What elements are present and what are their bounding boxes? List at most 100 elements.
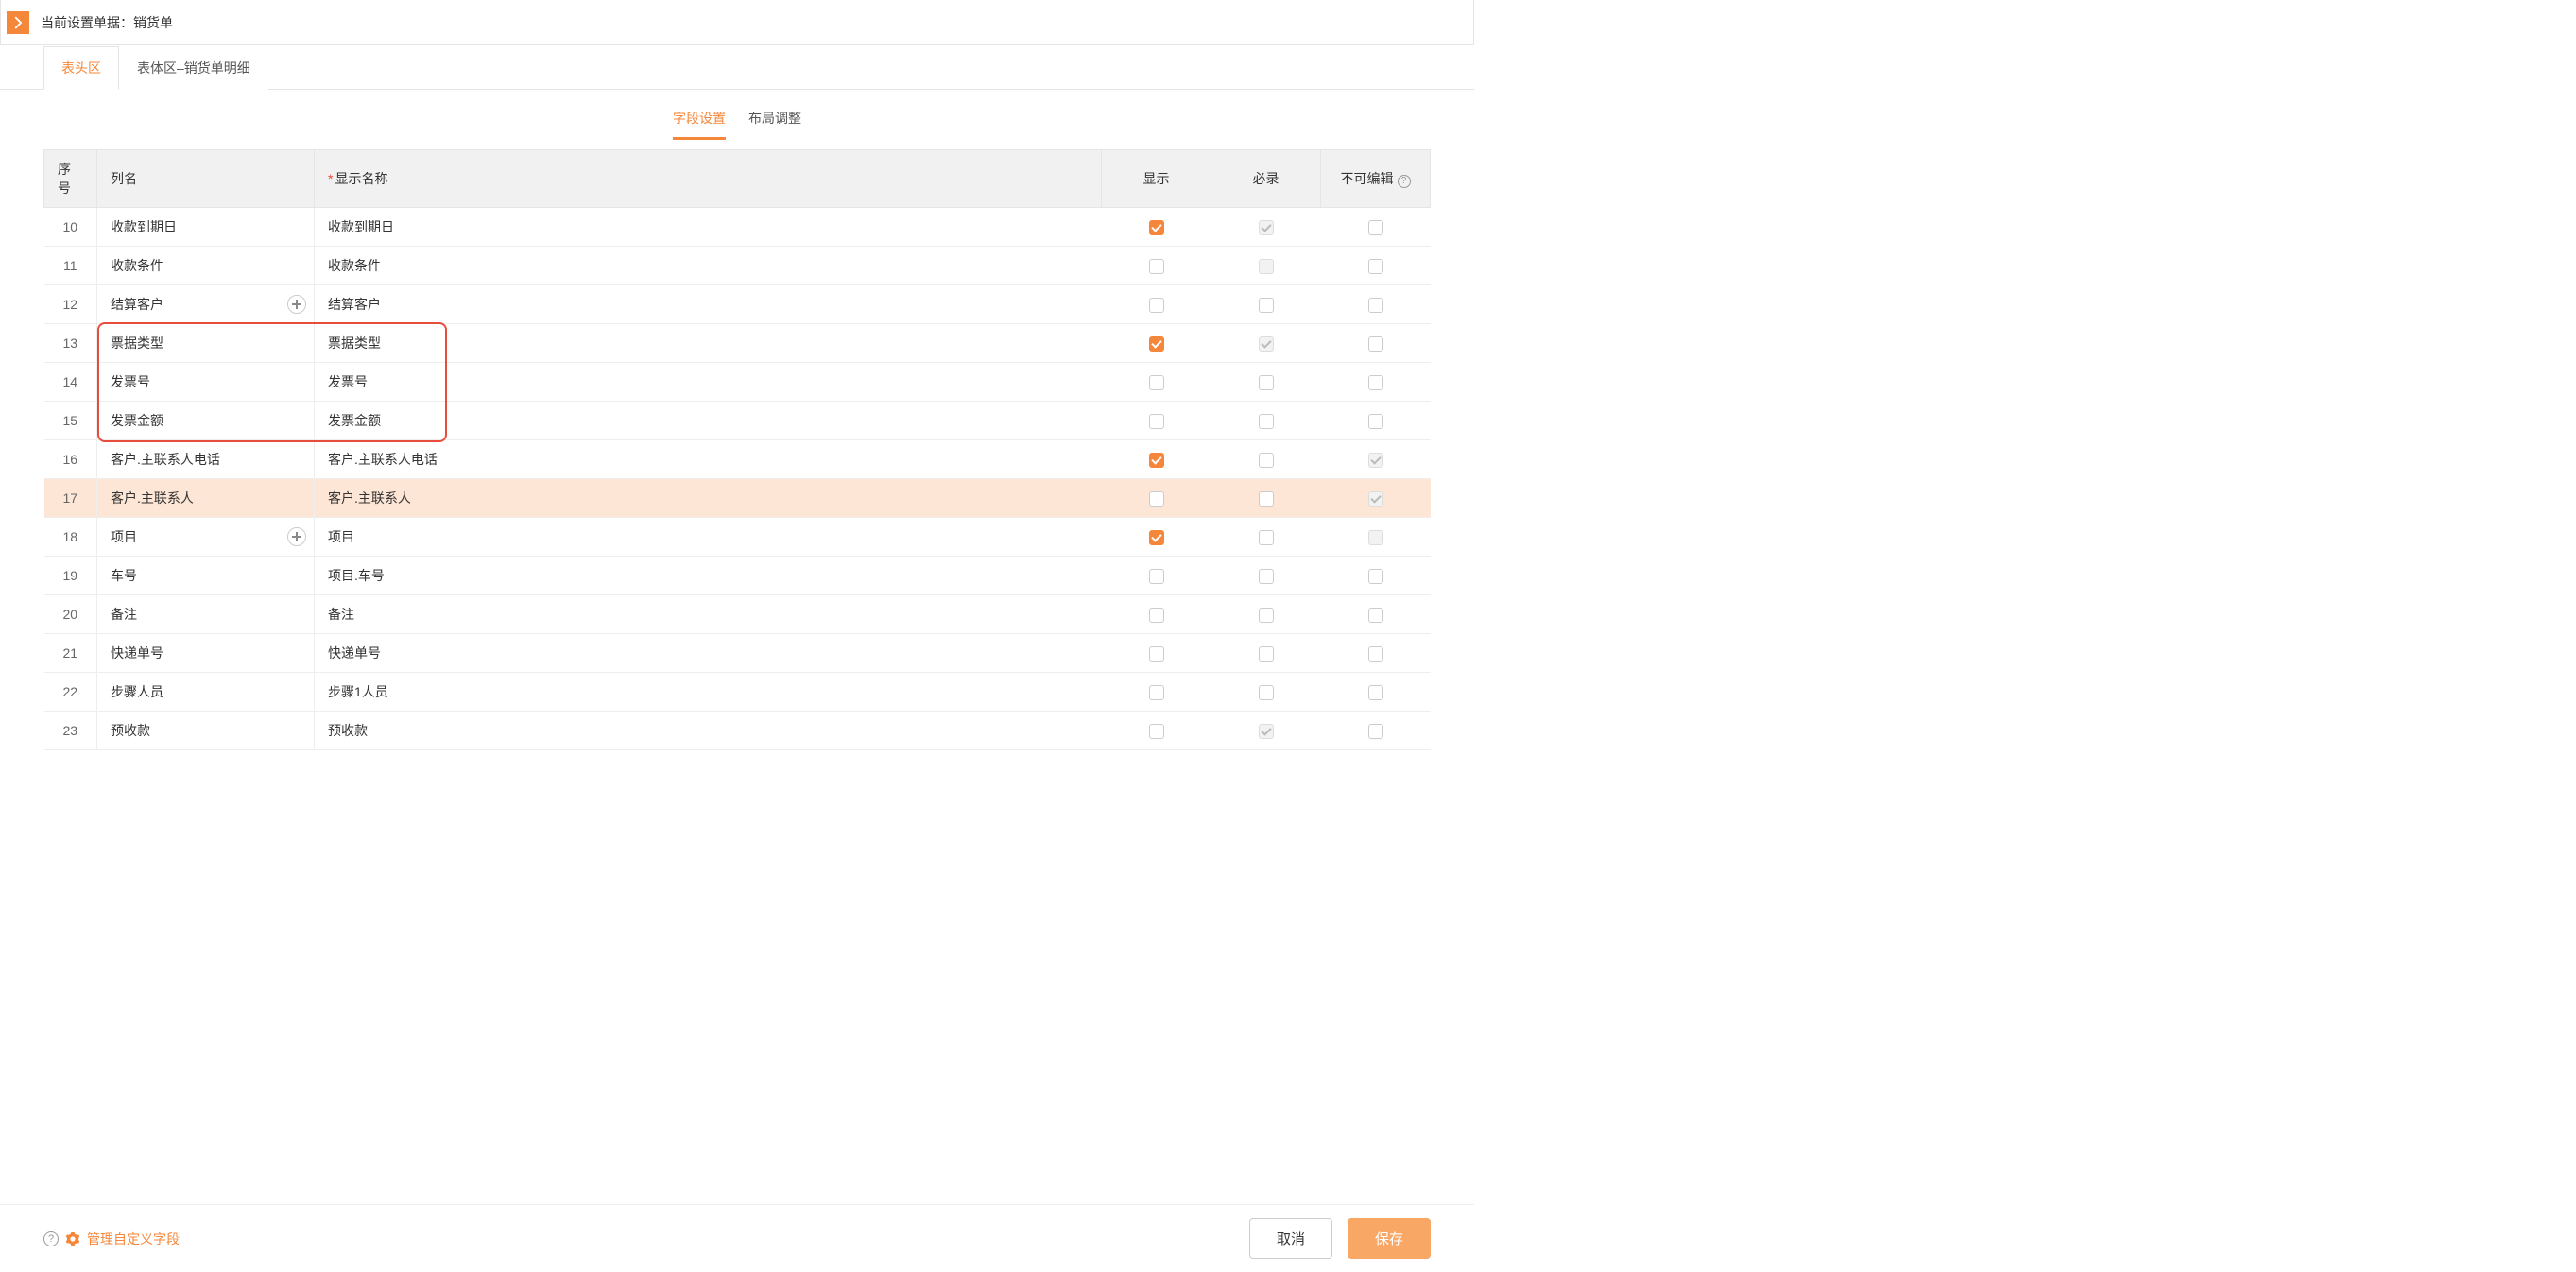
required-star: * — [328, 171, 333, 186]
add-button[interactable] — [287, 295, 306, 314]
cell-display-name[interactable]: 客户.主联系人电话 — [315, 440, 1102, 479]
save-button[interactable]: 保存 — [1348, 1218, 1431, 1259]
cell-seq: 21 — [44, 634, 97, 673]
tab-header-area[interactable]: 表头区 — [43, 46, 119, 90]
add-button[interactable] — [287, 527, 306, 546]
show-checkbox[interactable] — [1149, 724, 1164, 739]
cell-name: 客户.主联系人电话 — [97, 440, 315, 479]
display-name-value: 备注 — [328, 607, 354, 622]
show-checkbox[interactable] — [1149, 259, 1164, 274]
cell-required — [1211, 440, 1321, 479]
readonly-checkbox[interactable] — [1368, 685, 1383, 700]
cell-readonly — [1321, 595, 1431, 634]
required-checkbox[interactable] — [1259, 453, 1274, 468]
cell-seq: 23 — [44, 712, 97, 750]
field-name: 发票号 — [111, 374, 150, 389]
expand-toggle[interactable] — [7, 11, 29, 34]
show-checkbox[interactable] — [1149, 530, 1164, 545]
required-checkbox[interactable] — [1259, 530, 1274, 545]
display-name-value: 结算客户 — [328, 297, 381, 312]
tab-label: 布局调整 — [748, 111, 801, 126]
manage-custom-fields-link[interactable]: 管理自定义字段 — [87, 1229, 180, 1248]
cell-readonly — [1321, 324, 1431, 363]
required-checkbox[interactable] — [1259, 569, 1274, 584]
footer-left: ? 管理自定义字段 — [43, 1229, 180, 1248]
required-checkbox — [1259, 724, 1274, 739]
readonly-checkbox[interactable] — [1368, 259, 1383, 274]
cell-display-name[interactable]: 预收款 — [315, 712, 1102, 750]
show-checkbox[interactable] — [1149, 646, 1164, 662]
cancel-button[interactable]: 取消 — [1249, 1218, 1332, 1259]
required-checkbox[interactable] — [1259, 646, 1274, 662]
readonly-checkbox[interactable] — [1368, 298, 1383, 313]
show-checkbox[interactable] — [1149, 491, 1164, 507]
show-checkbox[interactable] — [1149, 453, 1164, 468]
cell-display-name[interactable]: 发票金额 — [315, 402, 1102, 440]
readonly-checkbox[interactable] — [1368, 724, 1383, 739]
required-checkbox[interactable] — [1259, 491, 1274, 507]
required-checkbox[interactable] — [1259, 608, 1274, 623]
field-table-wrap: 序号 列名 *显示名称 显示 必录 不可编辑? 10收款到期日收款到期日11收款… — [43, 149, 1431, 750]
cell-display-name[interactable]: 项目 — [315, 518, 1102, 557]
required-checkbox[interactable] — [1259, 375, 1274, 390]
cell-display-name[interactable]: 备注 — [315, 595, 1102, 634]
readonly-checkbox — [1368, 453, 1383, 468]
cell-readonly — [1321, 634, 1431, 673]
cell-display-name[interactable]: 发票号 — [315, 363, 1102, 402]
topbar-label: 当前设置单据：销货单 — [41, 13, 173, 32]
table-row: 17客户.主联系人客户.主联系人 — [44, 479, 1431, 518]
cell-show — [1102, 285, 1211, 324]
tab-field-settings[interactable]: 字段设置 — [673, 103, 726, 140]
display-name-value: 客户.主联系人电话 — [328, 452, 438, 467]
help-icon[interactable]: ? — [1398, 175, 1411, 188]
required-checkbox — [1259, 336, 1274, 352]
topbar: 当前设置单据：销货单 — [0, 0, 1474, 45]
cell-show — [1102, 479, 1211, 518]
tab-layout-adjust[interactable]: 布局调整 — [748, 103, 801, 140]
col-display-name-label: 显示名称 — [335, 171, 387, 186]
cell-display-name[interactable]: 收款到期日 — [315, 208, 1102, 247]
show-checkbox[interactable] — [1149, 220, 1164, 235]
col-display-name: *显示名称 — [315, 150, 1102, 208]
cell-show — [1102, 208, 1211, 247]
show-checkbox[interactable] — [1149, 375, 1164, 390]
readonly-checkbox[interactable] — [1368, 220, 1383, 235]
help-icon[interactable]: ? — [43, 1231, 59, 1246]
cell-display-name[interactable]: 收款条件 — [315, 247, 1102, 285]
readonly-checkbox[interactable] — [1368, 569, 1383, 584]
cell-show — [1102, 402, 1211, 440]
field-name: 步骤人员 — [111, 684, 163, 699]
cell-display-name[interactable]: 项目.车号 — [315, 557, 1102, 595]
table-row: 19车号项目.车号 — [44, 557, 1431, 595]
display-name-value: 收款到期日 — [328, 219, 394, 234]
cell-display-name[interactable]: 结算客户 — [315, 285, 1102, 324]
readonly-checkbox[interactable] — [1368, 375, 1383, 390]
cell-show — [1102, 673, 1211, 712]
show-checkbox[interactable] — [1149, 685, 1164, 700]
display-name-value: 发票号 — [328, 374, 368, 389]
cell-display-name[interactable]: 票据类型 — [315, 324, 1102, 363]
show-checkbox[interactable] — [1149, 569, 1164, 584]
cell-name: 票据类型 — [97, 324, 315, 363]
cell-name: 收款条件 — [97, 247, 315, 285]
cell-name: 快递单号 — [97, 634, 315, 673]
cell-name: 客户.主联系人 — [97, 479, 315, 518]
required-checkbox[interactable] — [1259, 685, 1274, 700]
readonly-checkbox[interactable] — [1368, 646, 1383, 662]
readonly-checkbox[interactable] — [1368, 414, 1383, 429]
cell-display-name[interactable]: 步骤1人员 — [315, 673, 1102, 712]
required-checkbox[interactable] — [1259, 414, 1274, 429]
cell-display-name[interactable]: 客户.主联系人 — [315, 479, 1102, 518]
show-checkbox[interactable] — [1149, 608, 1164, 623]
cell-display-name[interactable]: 快递单号 — [315, 634, 1102, 673]
required-checkbox[interactable] — [1259, 298, 1274, 313]
tab-body-area[interactable]: 表体区–销货单明细 — [119, 46, 268, 90]
tab-label: 字段设置 — [673, 111, 726, 126]
cell-readonly — [1321, 285, 1431, 324]
primary-tabs: 表头区 表体区–销货单明细 — [0, 45, 1474, 90]
show-checkbox[interactable] — [1149, 336, 1164, 352]
readonly-checkbox[interactable] — [1368, 608, 1383, 623]
show-checkbox[interactable] — [1149, 298, 1164, 313]
readonly-checkbox[interactable] — [1368, 336, 1383, 352]
show-checkbox[interactable] — [1149, 414, 1164, 429]
